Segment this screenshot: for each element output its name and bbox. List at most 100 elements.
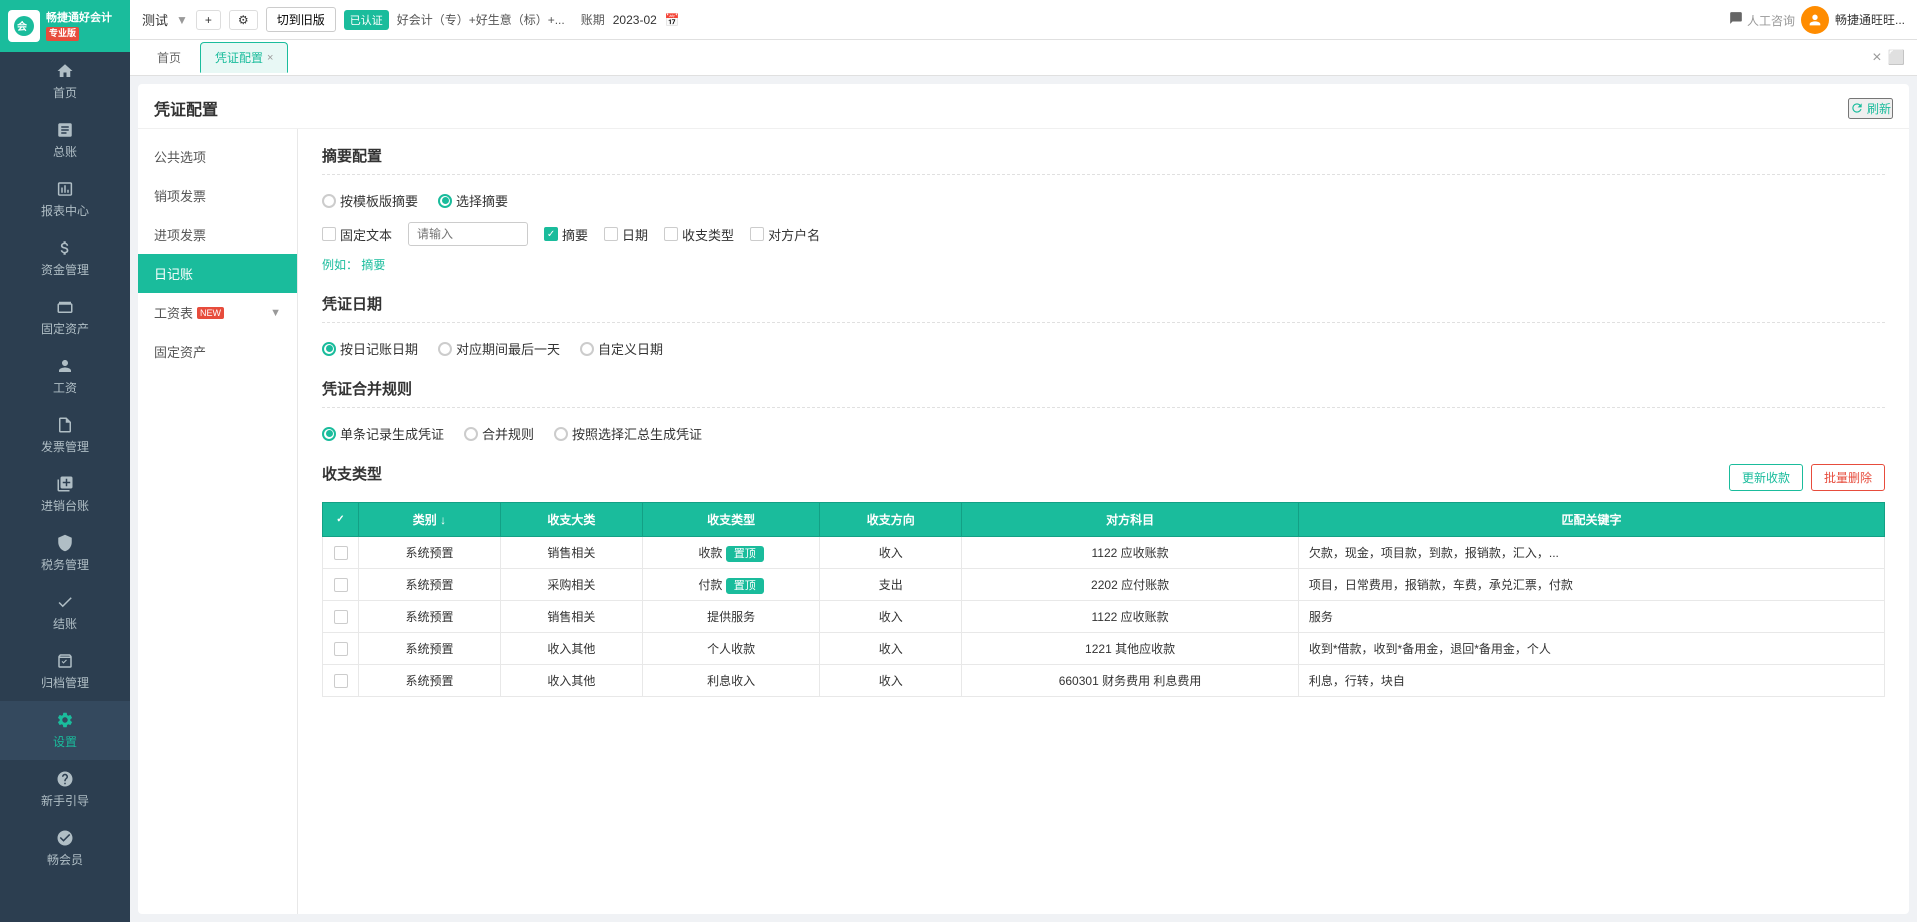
sidebar-item-archive[interactable]: 归档管理	[0, 642, 130, 701]
table-row: 系统预置 采购相关 付款 置顶 支出 2202 应付账款 项目，日常费用，报销款…	[323, 569, 1885, 601]
sidebar-item-invoice-mgr[interactable]: 发票管理	[0, 406, 130, 465]
summary-checkbox: ✓	[544, 227, 558, 241]
checkbox-party[interactable]: 对方户名	[750, 225, 820, 244]
checkbox-type[interactable]: 收支类型	[664, 225, 734, 244]
left-nav-journal[interactable]: 日记账	[138, 254, 297, 293]
table-row: 系统预置 销售相关 提供服务 收入 1122 应收账款 服务	[323, 601, 1885, 633]
merge-radio-select[interactable]: 按照选择汇总生成凭证	[554, 424, 702, 443]
row-major-type: 收入其他	[500, 665, 642, 697]
table-row: 系统预置 收入其他 利息收入 收入 660301 财务费用 利息费用 利息，行转…	[323, 665, 1885, 697]
row-checkbox-2[interactable]	[334, 610, 348, 624]
sidebar-item-fund[interactable]: 资金管理	[0, 229, 130, 288]
refresh-button[interactable]: 刷新	[1848, 98, 1893, 119]
row-checkbox-0[interactable]	[334, 546, 348, 560]
date-radio-period-last[interactable]: 对应期间最后一天	[438, 339, 560, 358]
svg-text:会: 会	[17, 20, 27, 33]
checkbox-fixed-text[interactable]: 固定文本	[322, 225, 392, 244]
delete-btn[interactable]: 批量删除	[1811, 464, 1885, 491]
row-account: 660301 财务费用 利息费用	[962, 665, 1299, 697]
sidebar-item-assets[interactable]: 固定资产	[0, 288, 130, 347]
sidebar-item-ledger[interactable]: 总账	[0, 111, 130, 170]
row-category: 系统预置	[359, 665, 501, 697]
left-nav-fixed-assets[interactable]: 固定资产	[138, 332, 297, 371]
row-category: 系统预置	[359, 633, 501, 665]
sub-type-tag[interactable]: 置顶	[726, 578, 764, 594]
tab-window-actions: × ⬜	[1872, 49, 1905, 67]
date-radio-custom[interactable]: 自定义日期	[580, 339, 663, 358]
checkbox-date[interactable]: 日期	[604, 225, 648, 244]
row-check[interactable]	[323, 601, 359, 633]
left-nav: 公共选项 销项发票 进项发票 日记账 工资表 NEW ▼ 固定资产	[138, 129, 298, 914]
topbar-switch-old-button[interactable]: 切到旧版	[266, 7, 336, 32]
row-check[interactable]	[323, 569, 359, 601]
checkbox-summary[interactable]: ✓ 摘要	[544, 225, 588, 244]
close-tab-button[interactable]: ×	[1872, 49, 1881, 67]
merge-radio-rule[interactable]: 合并规则	[464, 424, 534, 443]
left-nav-public[interactable]: 公共选项	[138, 137, 297, 176]
salary-icon	[56, 357, 74, 375]
row-sub-type: 个人收款	[642, 633, 820, 665]
sidebar-item-settings[interactable]: 设置	[0, 701, 130, 760]
summary-radio-select[interactable]: 选择摘要	[438, 191, 508, 210]
merge-section-title: 凭证合并规则	[322, 378, 1885, 408]
radio-single-circle	[322, 427, 336, 441]
left-nav-sales-invoice[interactable]: 销项发票	[138, 176, 297, 215]
summary-section-title: 摘要配置	[322, 145, 1885, 175]
row-check[interactable]	[323, 537, 359, 569]
calendar-icon[interactable]: 📅	[665, 13, 680, 27]
invoice-mgr-icon	[56, 416, 74, 434]
row-checkbox-3[interactable]	[334, 642, 348, 656]
row-checkbox-1[interactable]	[334, 578, 348, 592]
expand-tab-button[interactable]: ⬜	[1888, 49, 1905, 67]
summary-radio-template[interactable]: 按模板版摘要	[322, 191, 418, 210]
sidebar-item-settle[interactable]: 结账	[0, 583, 130, 642]
tab-close-voucher-config[interactable]: ×	[267, 52, 273, 64]
sidebar-item-reports[interactable]: 报表中心	[0, 170, 130, 229]
sidebar-item-home[interactable]: 首页	[0, 52, 130, 111]
purchase-icon	[56, 475, 74, 493]
left-nav-payroll[interactable]: 工资表 NEW ▼	[138, 293, 297, 332]
sidebar-item-purchase[interactable]: 进销台账	[0, 465, 130, 524]
date-section: 凭证日期 按日记账日期 对应期间最后一天 自定义日期	[322, 293, 1885, 358]
sidebar-item-member[interactable]: 畅会员	[0, 819, 130, 878]
sub-type-tag[interactable]: 置顶	[726, 546, 764, 562]
date-radio-journal[interactable]: 按日记账日期	[322, 339, 418, 358]
topbar-add-button[interactable]: +	[196, 10, 221, 30]
row-checkbox-4[interactable]	[334, 674, 348, 688]
row-check[interactable]	[323, 633, 359, 665]
topbar-settings-button[interactable]: ⚙	[229, 10, 258, 30]
merge-section: 凭证合并规则 单条记录生成凭证 合并规则 按照选择汇总生成凭证	[322, 378, 1885, 443]
topbar-test-label: 测试	[142, 10, 168, 29]
archive-icon	[56, 652, 74, 670]
topbar-period-label: 账期	[581, 11, 605, 28]
party-checkbox	[750, 227, 764, 241]
main-area: 测试 ▼ + ⚙ 切到旧版 已认证 好会计（专）+好生意（标）+... 账期 2…	[130, 0, 1917, 922]
merge-radio-group: 单条记录生成凭证 合并规则 按照选择汇总生成凭证	[322, 424, 1885, 443]
sidebar-item-tax[interactable]: 税务管理	[0, 524, 130, 583]
content-area: 凭证配置 刷新 公共选项 销项发票 进项发票 日记账	[138, 84, 1909, 914]
new-badge: NEW	[197, 307, 224, 319]
support-button[interactable]: 人工咨询	[1729, 11, 1795, 29]
topbar-period-value: 2023-02	[613, 13, 657, 27]
radio-journal-circle	[322, 342, 336, 356]
income-section-actions: 更新收款 批量删除	[1729, 464, 1885, 491]
row-account: 1122 应收账款	[962, 601, 1299, 633]
header-checkbox[interactable]: ✓	[334, 513, 348, 527]
table-header-check: ✓	[323, 503, 359, 537]
right-content: 摘要配置 按模板版摘要 选择摘要	[298, 129, 1909, 914]
user-avatar	[1801, 6, 1829, 34]
update-btn[interactable]: 更新收款	[1729, 464, 1803, 491]
fixed-text-input[interactable]	[408, 222, 528, 246]
sidebar-item-guide[interactable]: 新手引导	[0, 760, 130, 819]
merge-radio-single[interactable]: 单条记录生成凭证	[322, 424, 444, 443]
tab-voucher-config[interactable]: 凭证配置 ×	[200, 42, 288, 73]
topbar: 测试 ▼ + ⚙ 切到旧版 已认证 好会计（专）+好生意（标）+... 账期 2…	[130, 0, 1917, 40]
type-checkbox	[664, 227, 678, 241]
left-nav-purchase-invoice[interactable]: 进项发票	[138, 215, 297, 254]
sidebar-item-salary[interactable]: 工资	[0, 347, 130, 406]
row-sub-type: 提供服务	[642, 601, 820, 633]
topbar-arrow: ▼	[176, 13, 188, 27]
content-header: 凭证配置 刷新	[138, 84, 1909, 129]
row-check[interactable]	[323, 665, 359, 697]
tab-home[interactable]: 首页	[142, 42, 196, 73]
